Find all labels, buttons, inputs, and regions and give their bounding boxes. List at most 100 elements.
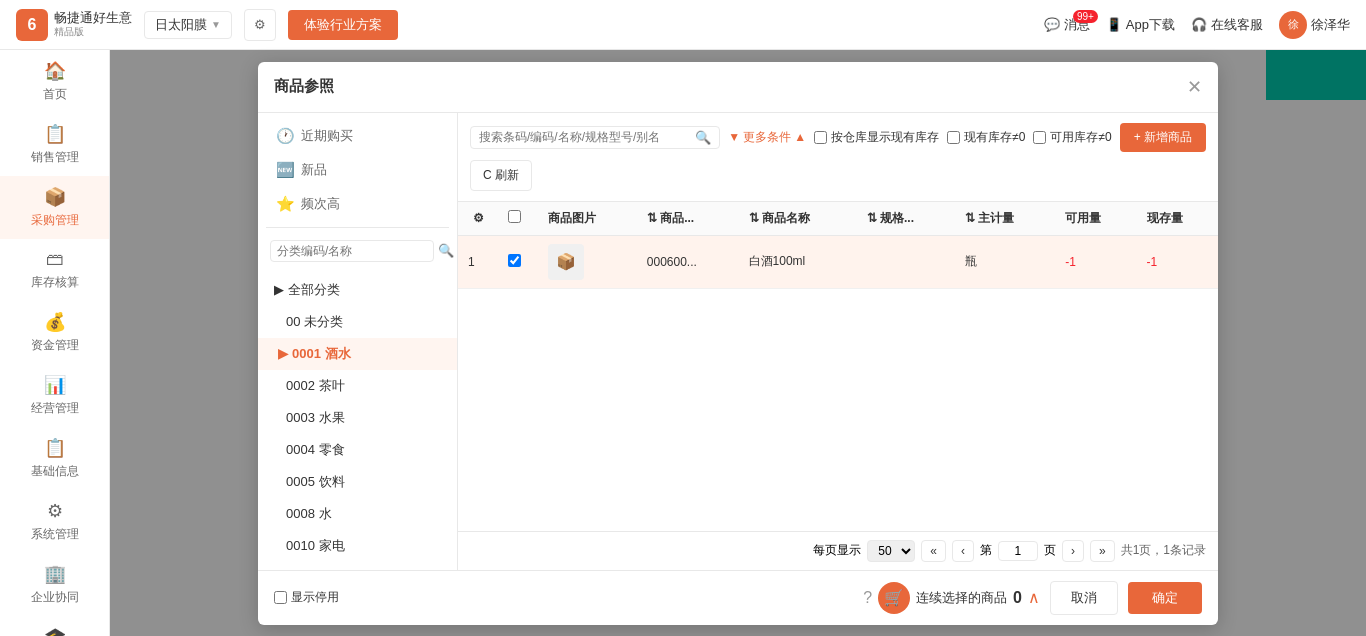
confirm-button[interactable]: 确定 [1128, 582, 1202, 614]
show-disabled-label: 显示停用 [291, 589, 339, 606]
sort-icon: ⇅ [647, 211, 657, 225]
username-initial: 徐 [1288, 17, 1299, 32]
per-page-select[interactable]: 50 [867, 540, 915, 562]
cart-collapse-icon[interactable]: ∧ [1028, 588, 1040, 607]
product-thumbnail: 📦 [548, 244, 584, 280]
category-panel: 🕐 近期购买 🆕 新品 ⭐ 频次高 [258, 113, 458, 570]
sidebar-item-base[interactable]: 📋 基础信息 [0, 427, 109, 490]
available-stock-label: 现有库存≠0 [964, 129, 1025, 146]
category-0004[interactable]: 0004 零食 [258, 434, 457, 466]
help-icon[interactable]: ? [863, 589, 872, 607]
sidebar-label-operation: 经营管理 [31, 400, 79, 417]
th-available: 可用量 [1055, 202, 1136, 236]
sidebar-item-purchase[interactable]: 📦 采购管理 [0, 176, 109, 239]
settings-button[interactable]: ⚙ [244, 9, 276, 41]
pagination: 每页显示 50 « ‹ 第 页 › » 共1页，1条记录 [458, 531, 1218, 570]
edition-badge: 精品版 [54, 25, 132, 39]
per-page-label: 每页显示 [813, 542, 861, 559]
prev-page-button[interactable]: ‹ [952, 540, 974, 562]
next-page-button[interactable]: › [1062, 540, 1084, 562]
th-spec[interactable]: ⇅ 规格... [857, 202, 955, 236]
category-00[interactable]: 00 未分类 [258, 306, 457, 338]
product-search-input[interactable] [479, 130, 691, 144]
product-image-icon: 📦 [556, 252, 576, 271]
category-list: ▶ 全部分类 00 未分类 ▶ 0001 酒水 0002 茶 [258, 274, 457, 562]
cancel-button[interactable]: 取消 [1050, 581, 1118, 615]
messages-nav[interactable]: 💬 消息 99+ [1044, 16, 1090, 34]
page-suffix: 页 [1044, 542, 1056, 559]
row-checkbox[interactable] [508, 254, 521, 267]
cell-num: 1 [458, 235, 498, 288]
sidebar-label-purchase: 采购管理 [31, 212, 79, 229]
show-disabled-checkbox[interactable]: 显示停用 [274, 589, 339, 606]
new-products-button[interactable]: 🆕 新品 [266, 155, 449, 185]
category-all[interactable]: ▶ 全部分类 [258, 274, 457, 306]
category-0005-label: 0005 饮料 [286, 473, 345, 491]
select-all-checkbox[interactable] [508, 210, 521, 223]
category-0005[interactable]: 0005 饮料 [258, 466, 457, 498]
sidebar-item-system[interactable]: ⚙ 系统管理 [0, 490, 109, 553]
category-search-input[interactable] [270, 240, 434, 262]
sidebar-item-enterprise[interactable]: 🏢 企业协同 [0, 553, 109, 616]
sidebar-item-guide[interactable]: 🎓 新手引导 [0, 616, 109, 636]
category-0002[interactable]: 0002 茶叶 [258, 370, 457, 402]
sidebar-item-finance[interactable]: 💰 资金管理 [0, 301, 109, 364]
warehouse-display-checkbox[interactable]: 按仓库显示现有库存 [814, 129, 939, 146]
frequent-button[interactable]: ⭐ 频次高 [266, 189, 449, 219]
filter-icon: ▼ [728, 130, 740, 144]
sidebar-item-home[interactable]: 🏠 首页 [0, 50, 109, 113]
add-product-button[interactable]: + 新增商品 [1120, 123, 1206, 152]
online-service-nav[interactable]: 🎧 在线客服 [1191, 16, 1263, 34]
first-page-button[interactable]: « [921, 540, 946, 562]
warehouse-display-label: 按仓库显示现有库存 [831, 129, 939, 146]
app-download-nav[interactable]: 📱 App下载 [1106, 16, 1175, 34]
modal-close-button[interactable]: ✕ [1187, 76, 1202, 98]
category-0003[interactable]: 0003 水果 [258, 402, 457, 434]
page-prefix: 第 [980, 542, 992, 559]
cell-code: 000600... [637, 235, 739, 288]
usable-stock-checkbox[interactable]: 可用库存≠0 [1033, 129, 1111, 146]
th-checkbox [498, 202, 538, 236]
recent-label: 近期购买 [301, 127, 353, 145]
cell-checkbox[interactable] [498, 235, 538, 288]
category-0010[interactable]: 0010 家电 [258, 530, 457, 562]
sidebar: 🏠 首页 📋 销售管理 📦 采购管理 🗃 库存核算 💰 资金管理 📊 经营管理 … [0, 50, 110, 636]
user-nav[interactable]: 徐 徐泽华 [1279, 11, 1350, 39]
trial-button[interactable]: 体验行业方案 [288, 10, 398, 40]
recent-purchases-button[interactable]: 🕐 近期购买 [266, 121, 449, 151]
table-toolbar: 🔍 ▼ 更多条件 ▲ 按仓库显示现有库存 [458, 113, 1218, 202]
cart-icon[interactable]: 🛒 [878, 582, 910, 614]
table-row[interactable]: 1 📦 [458, 235, 1218, 288]
sort-spec-icon: ⇅ [867, 211, 877, 225]
refresh-button[interactable]: C 刷新 [470, 160, 532, 191]
app-icon: 📱 [1106, 17, 1122, 32]
app-download-label: App下载 [1126, 16, 1175, 34]
sidebar-label-inventory: 库存核算 [31, 274, 79, 291]
sidebar-item-operation[interactable]: 📊 经营管理 [0, 364, 109, 427]
sidebar-label-enterprise: 企业协同 [31, 589, 79, 606]
sidebar-item-sales[interactable]: 📋 销售管理 [0, 113, 109, 176]
category-0010-label: 0010 家电 [286, 537, 345, 555]
more-filters-button[interactable]: ▼ 更多条件 ▲ [728, 129, 806, 146]
product-search-icon[interactable]: 🔍 [695, 130, 711, 145]
total-info: 共1页，1条记录 [1121, 542, 1206, 559]
category-0008[interactable]: 0008 水 [258, 498, 457, 530]
th-image: 商品图片 [538, 202, 637, 236]
recent-icon: 🕐 [276, 127, 295, 145]
base-icon: 📋 [44, 437, 66, 459]
th-settings[interactable]: ⚙ [458, 202, 498, 236]
th-code[interactable]: ⇅ 商品... [637, 202, 739, 236]
product-table-wrap: ⚙ 商品图片 ⇅ 商品... [458, 202, 1218, 531]
category-search-icon[interactable]: 🔍 [438, 243, 454, 258]
sidebar-label-finance: 资金管理 [31, 337, 79, 354]
th-name[interactable]: ⇅ 商品名称 [739, 202, 857, 236]
category-0001[interactable]: ▶ 0001 酒水 [258, 338, 457, 370]
sidebar-item-inventory[interactable]: 🗃 库存核算 [0, 239, 109, 301]
category-0008-label: 0008 水 [286, 505, 332, 523]
last-page-button[interactable]: » [1090, 540, 1115, 562]
frequent-label: 频次高 [301, 195, 340, 213]
th-unit[interactable]: ⇅ 主计量 [955, 202, 1056, 236]
page-number-input[interactable] [998, 541, 1038, 561]
store-selector[interactable]: 日太阳膜 ▼ [144, 11, 232, 39]
available-stock-checkbox[interactable]: 现有库存≠0 [947, 129, 1025, 146]
